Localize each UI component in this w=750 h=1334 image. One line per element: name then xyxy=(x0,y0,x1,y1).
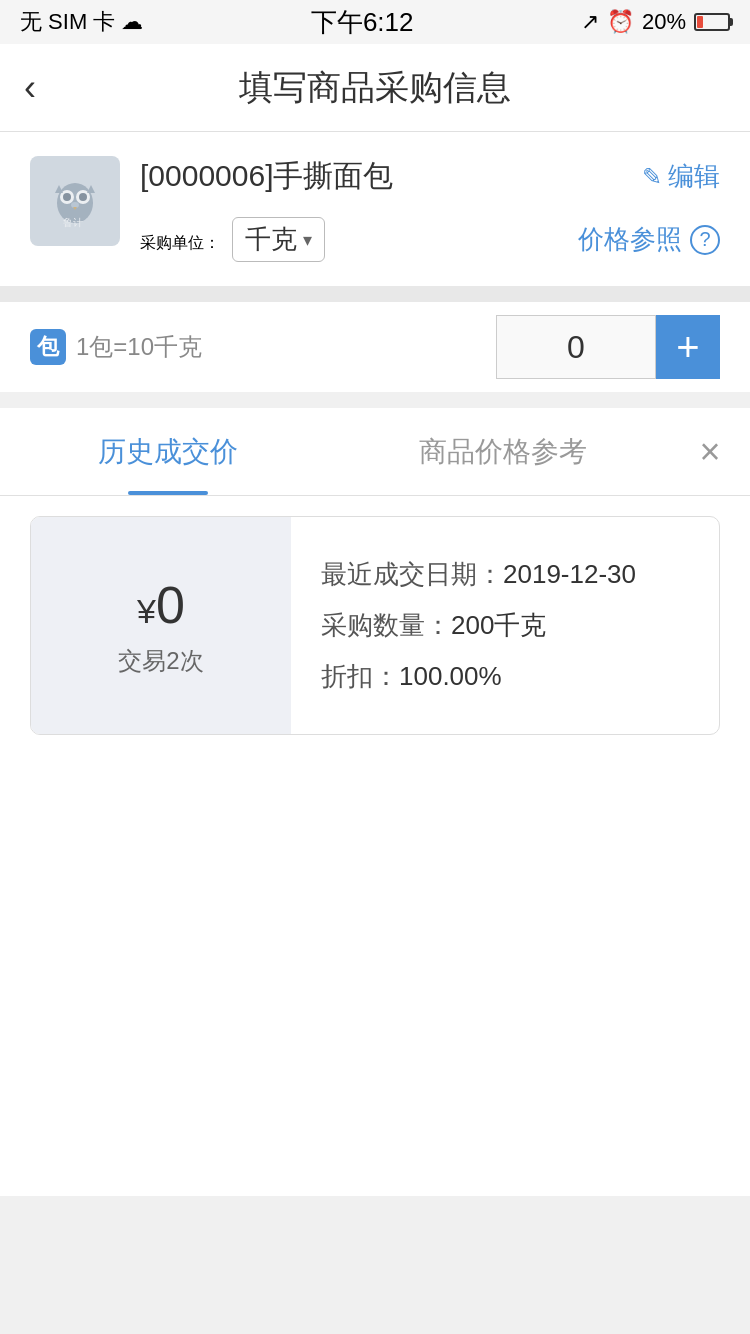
signal-text: 无 SIM 卡 ☁ xyxy=(20,7,143,37)
quantity-unit-area: 包 1包=10千克 xyxy=(30,329,496,365)
card-price: ¥0 xyxy=(137,575,185,635)
product-name: [0000006]手撕面包 xyxy=(140,156,393,197)
nav-bar: ‹ 填写商品采购信息 xyxy=(0,44,750,132)
quantity-value: 200千克 xyxy=(451,610,546,640)
edit-button[interactable]: ✎ 编辑 xyxy=(642,159,720,194)
discount-label: 折扣： xyxy=(321,661,399,691)
unit-select[interactable]: 千克 ▾ xyxy=(232,217,325,262)
discount-row: 折扣：100.00% xyxy=(321,659,689,694)
tab-underline xyxy=(128,491,208,495)
product-title-row: [0000006]手撕面包 ✎ 编辑 xyxy=(140,156,720,197)
product-thumbnail: 鲁计 xyxy=(30,156,120,246)
quantity-input-wrap: + xyxy=(496,315,720,379)
price-symbol: ¥ xyxy=(137,592,156,630)
help-icon: ? xyxy=(690,225,720,255)
card-left: ¥0 交易2次 xyxy=(31,517,291,734)
section-divider xyxy=(0,286,750,302)
tab-product-price-ref[interactable]: 商品价格参考 xyxy=(335,408,670,495)
quantity-label: 采购数量： xyxy=(321,610,451,640)
tab-history-price[interactable]: 历史成交价 xyxy=(0,408,335,495)
edit-icon: ✎ xyxy=(642,163,662,191)
quantity-plus-button[interactable]: + xyxy=(656,315,720,379)
history-card: ¥0 交易2次 最近成交日期：2019-12-30 采购数量：200千克 折扣：… xyxy=(30,516,720,735)
price-value: 0 xyxy=(156,576,185,634)
chevron-down-icon: ▾ xyxy=(303,229,312,251)
price-ref-label: 价格参照 xyxy=(578,222,682,257)
discount-value: 100.00% xyxy=(399,661,502,691)
status-time: 下午6:12 xyxy=(311,5,414,40)
price-ref-button[interactable]: 价格参照 ? xyxy=(578,222,720,257)
page-title: 填写商品采购信息 xyxy=(239,65,511,111)
quantity-input[interactable] xyxy=(496,315,656,379)
edit-label: 编辑 xyxy=(668,159,720,194)
recent-date-row: 最近成交日期：2019-12-30 xyxy=(321,557,689,592)
tab-history-price-label: 历史成交价 xyxy=(98,433,238,471)
recent-date-label: 最近成交日期： xyxy=(321,559,503,589)
svg-text:鲁计: 鲁计 xyxy=(63,217,83,228)
unit-conversion-label: 1包=10千克 xyxy=(76,331,202,363)
status-bar: 无 SIM 卡 ☁ 下午6:12 ↗ ⏰ 20% xyxy=(0,0,750,44)
tabs-row: 历史成交价 商品价格参考 × xyxy=(0,408,750,496)
product-unit-row: 采购单位： 千克 ▾ 价格参照 ? xyxy=(140,217,720,262)
status-right: ↗ ⏰ 20% xyxy=(581,9,730,35)
svg-point-3 xyxy=(63,193,71,201)
card-area: ¥0 交易2次 最近成交日期：2019-12-30 采购数量：200千克 折扣：… xyxy=(0,496,750,755)
alarm-icon: ⏰ xyxy=(607,9,634,35)
product-info: [0000006]手撕面包 ✎ 编辑 采购单位： 千克 ▾ 价格参照 ? xyxy=(140,156,720,262)
back-button[interactable]: ‹ xyxy=(24,67,36,109)
main-content: ¥0 交易2次 最近成交日期：2019-12-30 采购数量：200千克 折扣：… xyxy=(0,496,750,1196)
product-section: 鲁计 [0000006]手撕面包 ✎ 编辑 采购单位： 千克 ▾ xyxy=(0,132,750,286)
unit-badge: 包 xyxy=(30,329,66,365)
unit-value: 千克 xyxy=(245,222,297,257)
battery-icon xyxy=(694,13,730,31)
location-icon: ↗ xyxy=(581,9,599,35)
quantity-section: 包 1包=10千克 + xyxy=(0,302,750,392)
svg-marker-7 xyxy=(55,185,63,193)
unit-label-text: 采购单位： 千克 ▾ xyxy=(140,217,325,262)
status-left: 无 SIM 卡 ☁ xyxy=(20,7,143,37)
svg-point-4 xyxy=(79,193,87,201)
recent-date-value: 2019-12-30 xyxy=(503,559,636,589)
unit-label: 采购单位： xyxy=(140,234,220,251)
quantity-row: 采购数量：200千克 xyxy=(321,608,689,643)
tab-close-button[interactable]: × xyxy=(670,431,750,473)
tab-product-price-ref-label: 商品价格参考 xyxy=(419,433,587,471)
transaction-count: 交易2次 xyxy=(118,645,203,677)
svg-marker-8 xyxy=(87,185,95,193)
card-right: 最近成交日期：2019-12-30 采购数量：200千克 折扣：100.00% xyxy=(291,517,719,734)
product-header: 鲁计 [0000006]手撕面包 ✎ 编辑 采购单位： 千克 ▾ xyxy=(30,156,720,262)
battery-percent: 20% xyxy=(642,9,686,35)
